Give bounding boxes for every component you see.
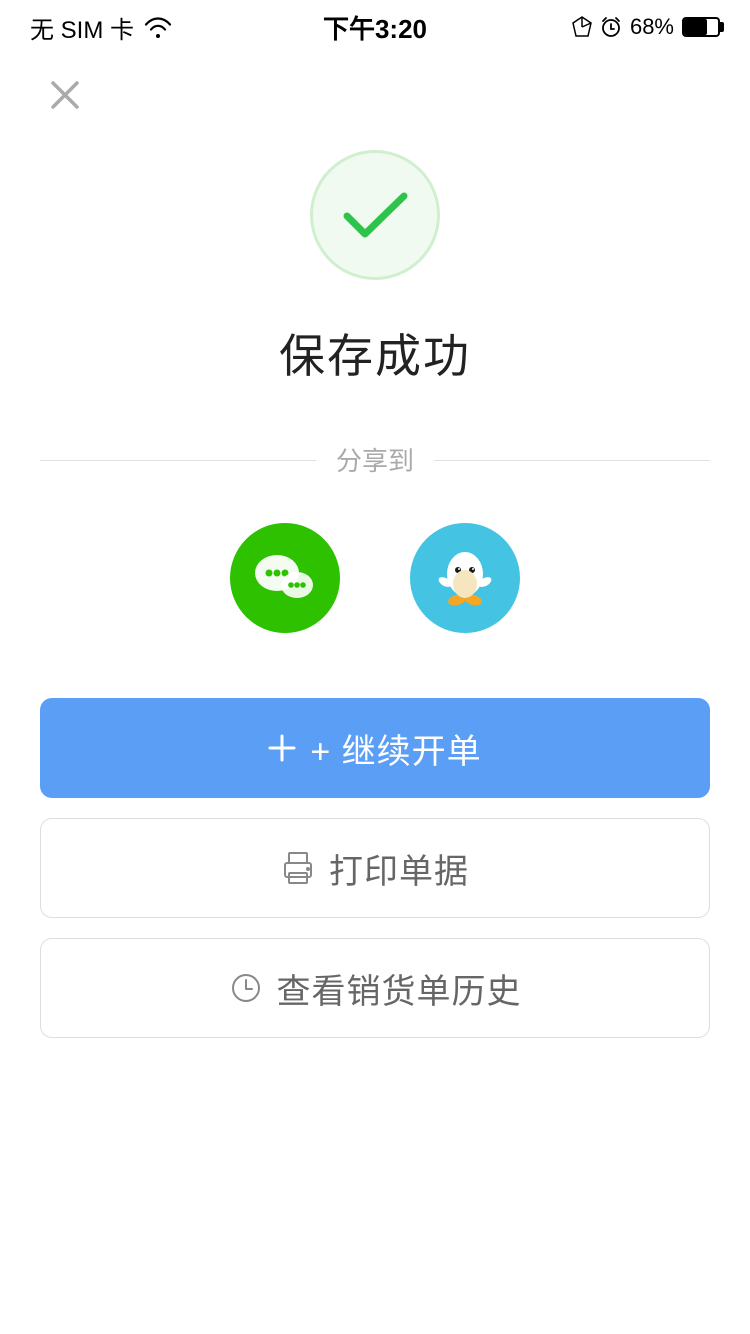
wechat-icon xyxy=(251,549,319,607)
checkmark-icon xyxy=(343,190,408,240)
status-right: 68% xyxy=(572,14,720,40)
status-left: 无 SIM 卡 xyxy=(30,10,172,45)
battery-percent: 68% xyxy=(630,14,674,40)
success-circle xyxy=(310,150,440,280)
share-divider: 分享到 xyxy=(40,441,710,478)
close-icon xyxy=(49,79,81,111)
continue-label: + 继续开单 xyxy=(310,724,481,773)
status-time: 下午3:20 xyxy=(323,9,427,46)
battery-icon xyxy=(682,17,720,37)
clock-icon xyxy=(229,971,263,1005)
qq-share-button[interactable] xyxy=(410,523,520,633)
location-icon xyxy=(572,16,592,38)
qq-icon xyxy=(435,544,495,612)
wifi-icon xyxy=(144,16,172,38)
history-button[interactable]: 查看销货单历史 xyxy=(40,938,710,1038)
main-content: 保存成功 分享到 xyxy=(0,50,750,1334)
sim-status: 无 SIM 卡 xyxy=(30,10,134,45)
status-bar: 无 SIM 卡 下午3:20 68% xyxy=(0,0,750,50)
print-button[interactable]: 打印单据 xyxy=(40,818,710,918)
printer-icon xyxy=(281,851,315,885)
alarm-icon xyxy=(600,16,622,38)
continue-button[interactable]: + 继续开单 xyxy=(40,698,710,798)
share-label: 分享到 xyxy=(316,441,434,478)
print-label: 打印单据 xyxy=(329,844,469,893)
share-icons xyxy=(230,523,520,633)
history-label: 查看销货单历史 xyxy=(277,964,522,1013)
plus-icon xyxy=(268,734,296,762)
buttons-section: + 继续开单 打印单据 查看销货单历史 xyxy=(40,698,710,1038)
success-title: 保存成功 xyxy=(279,320,471,386)
close-button[interactable] xyxy=(40,70,90,120)
share-section: 分享到 xyxy=(40,441,710,633)
wechat-share-button[interactable] xyxy=(230,523,340,633)
